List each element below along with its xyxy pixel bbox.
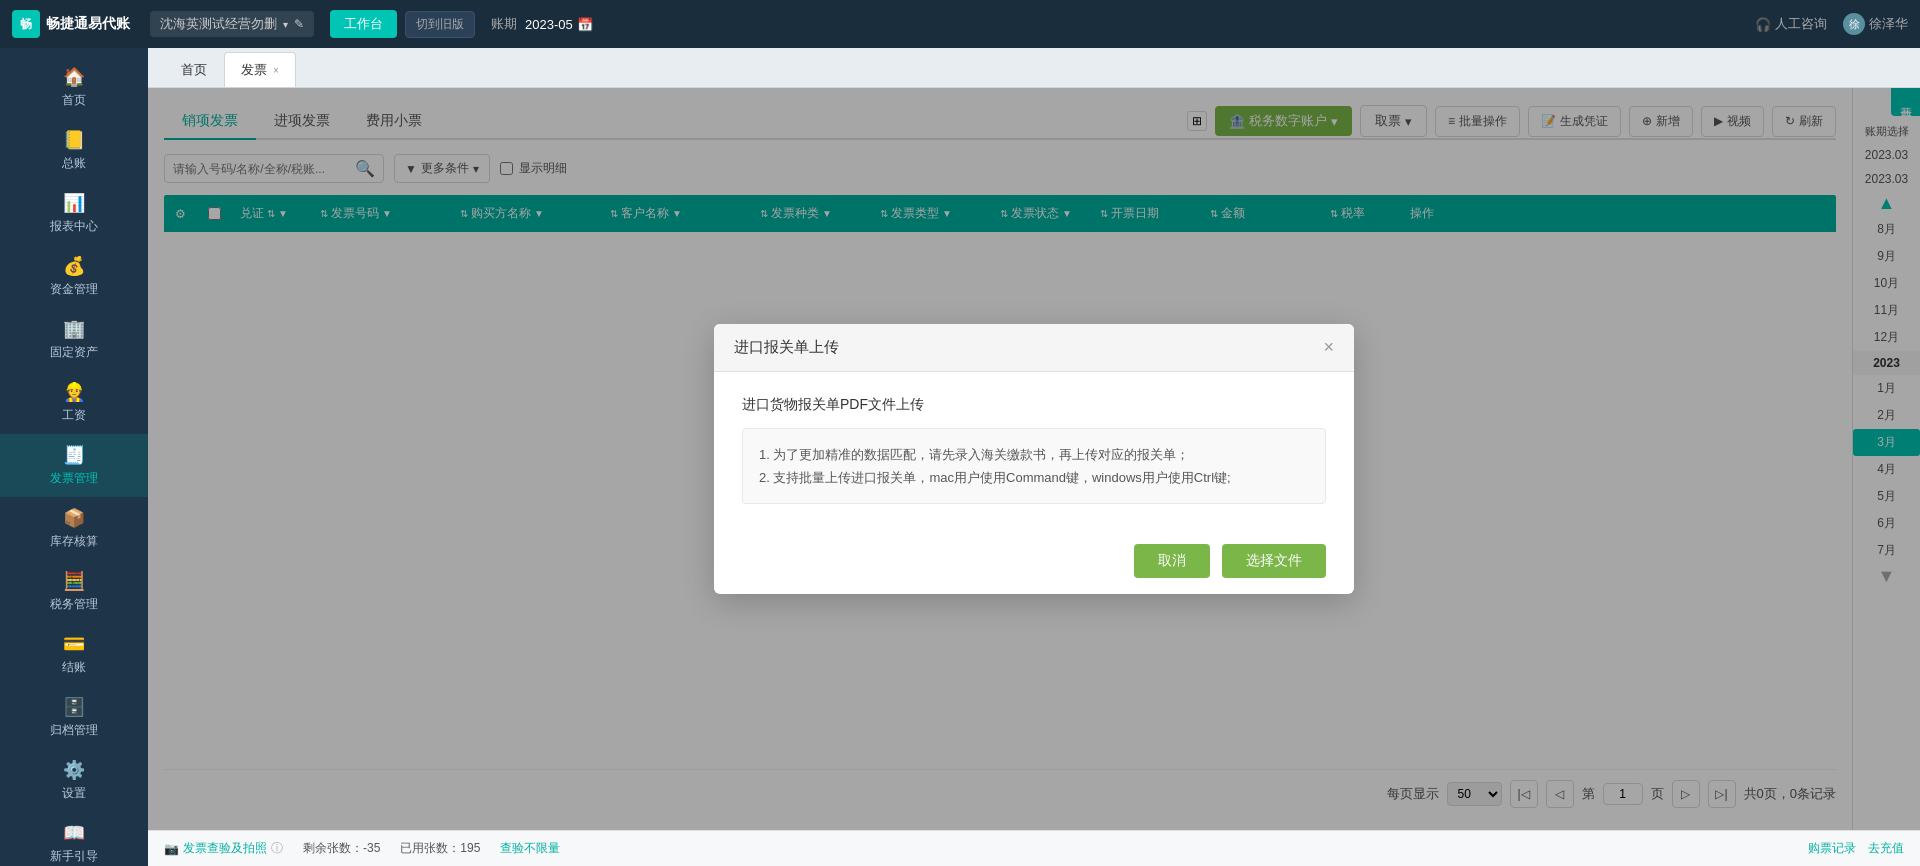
topbar-mid: 工作台 切到旧版 账期 2023-05 📅 xyxy=(330,10,593,38)
modal-overlay: 进口报关单上传 × 进口货物报关单PDF文件上传 1. 为了更加精准的数据匹配，… xyxy=(148,88,1920,830)
buy-record-link[interactable]: 购票记录 xyxy=(1808,840,1856,857)
modal-close-button[interactable]: × xyxy=(1323,338,1334,356)
company-selector[interactable]: 沈海英测试经营勿删 ▾ ✎ xyxy=(150,11,314,37)
sidebar-item-archive[interactable]: 🗄️ 归档管理 xyxy=(0,686,148,749)
salary-icon: 👷 xyxy=(63,381,85,403)
sidebar-label-home: 首页 xyxy=(62,92,86,109)
sidebar-item-report[interactable]: 📊 报表中心 xyxy=(0,182,148,245)
calendar-icon: 📅 xyxy=(577,17,593,32)
user-menu[interactable]: 徐 徐泽华 xyxy=(1843,13,1908,35)
service-button[interactable]: 🎧 人工咨询 xyxy=(1755,15,1827,33)
sidebar: 🏠 首页 📒 总账 📊 报表中心 💰 资金管理 🏢 固定资产 👷 工资 🧾 发票… xyxy=(0,48,148,866)
sidebar-item-close[interactable]: 💳 结账 xyxy=(0,623,148,686)
inventory-icon: 📦 xyxy=(63,507,85,529)
switch-version-button[interactable]: 切到旧版 xyxy=(405,11,475,38)
sidebar-item-invoice[interactable]: 🧾 发票管理 xyxy=(0,434,148,497)
tax-icon: 🧮 xyxy=(63,570,85,592)
chevron-down-icon: ▾ xyxy=(283,19,288,30)
close-accounts-icon: 💳 xyxy=(63,633,85,655)
modal-cancel-button[interactable]: 取消 xyxy=(1134,544,1210,578)
invoice-icon: 🧾 xyxy=(63,444,85,466)
main-layout: 🏠 首页 📒 总账 📊 报表中心 💰 资金管理 🏢 固定资产 👷 工资 🧾 发票… xyxy=(0,48,1920,866)
topbar: 畅 畅捷通易代账 沈海英测试经营勿删 ▾ ✎ 工作台 切到旧版 账期 2023-… xyxy=(0,0,1920,48)
modal-confirm-button[interactable]: 选择文件 xyxy=(1222,544,1326,578)
company-name: 沈海英测试经营勿删 xyxy=(160,15,277,33)
sidebar-item-assets[interactable]: 🏢 固定资产 xyxy=(0,308,148,371)
assets-icon: 🏢 xyxy=(63,318,85,340)
tab-invoice[interactable]: 发票 × xyxy=(224,52,296,87)
modal-note-2: 2. 支持批量上传进口报关单，mac用户使用Command键，windows用户… xyxy=(759,466,1309,489)
sidebar-label-close: 结账 xyxy=(62,659,86,676)
tab-invoice-label: 发票 xyxy=(241,61,267,79)
user-icon: 徐 xyxy=(1843,13,1865,35)
sidebar-item-settings[interactable]: ⚙️ 设置 xyxy=(0,749,148,812)
page-footer: 📷 发票查验及拍照 ⓘ 剩余张数：-35 已用张数：195 查验不限量 购票记录… xyxy=(148,830,1920,866)
period-value: 2023-05 xyxy=(525,17,573,32)
tab-home[interactable]: 首页 xyxy=(164,52,224,87)
remaining-label: 剩余张数：-35 xyxy=(303,840,380,857)
ledger-icon: 📒 xyxy=(63,129,85,151)
sidebar-label-funds: 资金管理 xyxy=(50,281,98,298)
sidebar-label-ledger: 总账 xyxy=(62,155,86,172)
sidebar-label-report: 报表中心 xyxy=(50,218,98,235)
sidebar-label-inventory: 库存核算 xyxy=(50,533,98,550)
sidebar-label-guide: 新手引导 xyxy=(50,848,98,865)
import-modal: 进口报关单上传 × 进口货物报关单PDF文件上传 1. 为了更加精准的数据匹配，… xyxy=(714,324,1354,595)
check-link[interactable]: 发票查验及拍照 xyxy=(183,840,267,857)
sidebar-item-home[interactable]: 🏠 首页 xyxy=(0,56,148,119)
content-area: 首页 发票 × 销项发票 进项发票 费用小票 xyxy=(148,48,1920,866)
edit-icon: ✎ xyxy=(294,17,304,31)
archive-icon: 🗄️ xyxy=(63,696,85,718)
guide-icon: 📖 xyxy=(63,822,85,844)
period-label: 账期 xyxy=(491,15,517,33)
sidebar-item-salary[interactable]: 👷 工资 xyxy=(0,371,148,434)
topbar-right: 🎧 人工咨询 徐 徐泽华 xyxy=(1755,13,1908,35)
logo-icon: 畅 xyxy=(12,10,40,38)
modal-footer: 取消 选择文件 xyxy=(714,528,1354,594)
sidebar-item-inventory[interactable]: 📦 库存核算 xyxy=(0,497,148,560)
sidebar-label-settings: 设置 xyxy=(62,785,86,802)
check-icon: 📷 xyxy=(164,842,179,856)
tab-home-label: 首页 xyxy=(181,61,207,79)
used-label: 已用张数：195 xyxy=(400,840,480,857)
modal-section-title: 进口货物报关单PDF文件上传 xyxy=(742,396,1326,414)
sidebar-item-tax[interactable]: 🧮 税务管理 xyxy=(0,560,148,623)
sidebar-label-salary: 工资 xyxy=(62,407,86,424)
sidebar-item-guide[interactable]: 📖 新手引导 xyxy=(0,812,148,866)
uncheck-label[interactable]: 查验不限量 xyxy=(500,840,560,857)
gear-icon: ⚙️ xyxy=(63,759,85,781)
go-record-link[interactable]: 去充值 xyxy=(1868,840,1904,857)
tab-close-icon[interactable]: × xyxy=(273,65,279,76)
app-logo: 畅 畅捷通易代账 xyxy=(12,10,130,38)
modal-notes: 1. 为了更加精准的数据匹配，请先录入海关缴款书，再上传对应的报关单； 2. 支… xyxy=(742,428,1326,505)
home-icon: 🏠 xyxy=(63,66,85,88)
page-content: 销项发票 进项发票 费用小票 ⊞ 🏦 税务数字账户 xyxy=(148,88,1920,830)
workbench-button[interactable]: 工作台 xyxy=(330,10,397,38)
logo-text: 畅捷通易代账 xyxy=(46,15,130,33)
sidebar-label-archive: 归档管理 xyxy=(50,722,98,739)
headset-icon: 🎧 xyxy=(1755,17,1771,32)
modal-title: 进口报关单上传 xyxy=(734,338,839,357)
sidebar-item-ledger[interactable]: 📒 总账 xyxy=(0,119,148,182)
funds-icon: 💰 xyxy=(63,255,85,277)
info-icon: ⓘ xyxy=(271,840,283,857)
period-display: 账期 2023-05 📅 xyxy=(491,15,593,33)
sidebar-item-funds[interactable]: 💰 资金管理 xyxy=(0,245,148,308)
modal-header: 进口报关单上传 × xyxy=(714,324,1354,372)
sidebar-label-tax: 税务管理 xyxy=(50,596,98,613)
sidebar-label-assets: 固定资产 xyxy=(50,344,98,361)
sidebar-label-invoice: 发票管理 xyxy=(50,470,98,487)
modal-body: 进口货物报关单PDF文件上传 1. 为了更加精准的数据匹配，请先录入海关缴款书，… xyxy=(714,372,1354,529)
report-icon: 📊 xyxy=(63,192,85,214)
tab-bar: 首页 发票 × xyxy=(148,48,1920,88)
modal-note-1: 1. 为了更加精准的数据匹配，请先录入海关缴款书，再上传对应的报关单； xyxy=(759,443,1309,466)
